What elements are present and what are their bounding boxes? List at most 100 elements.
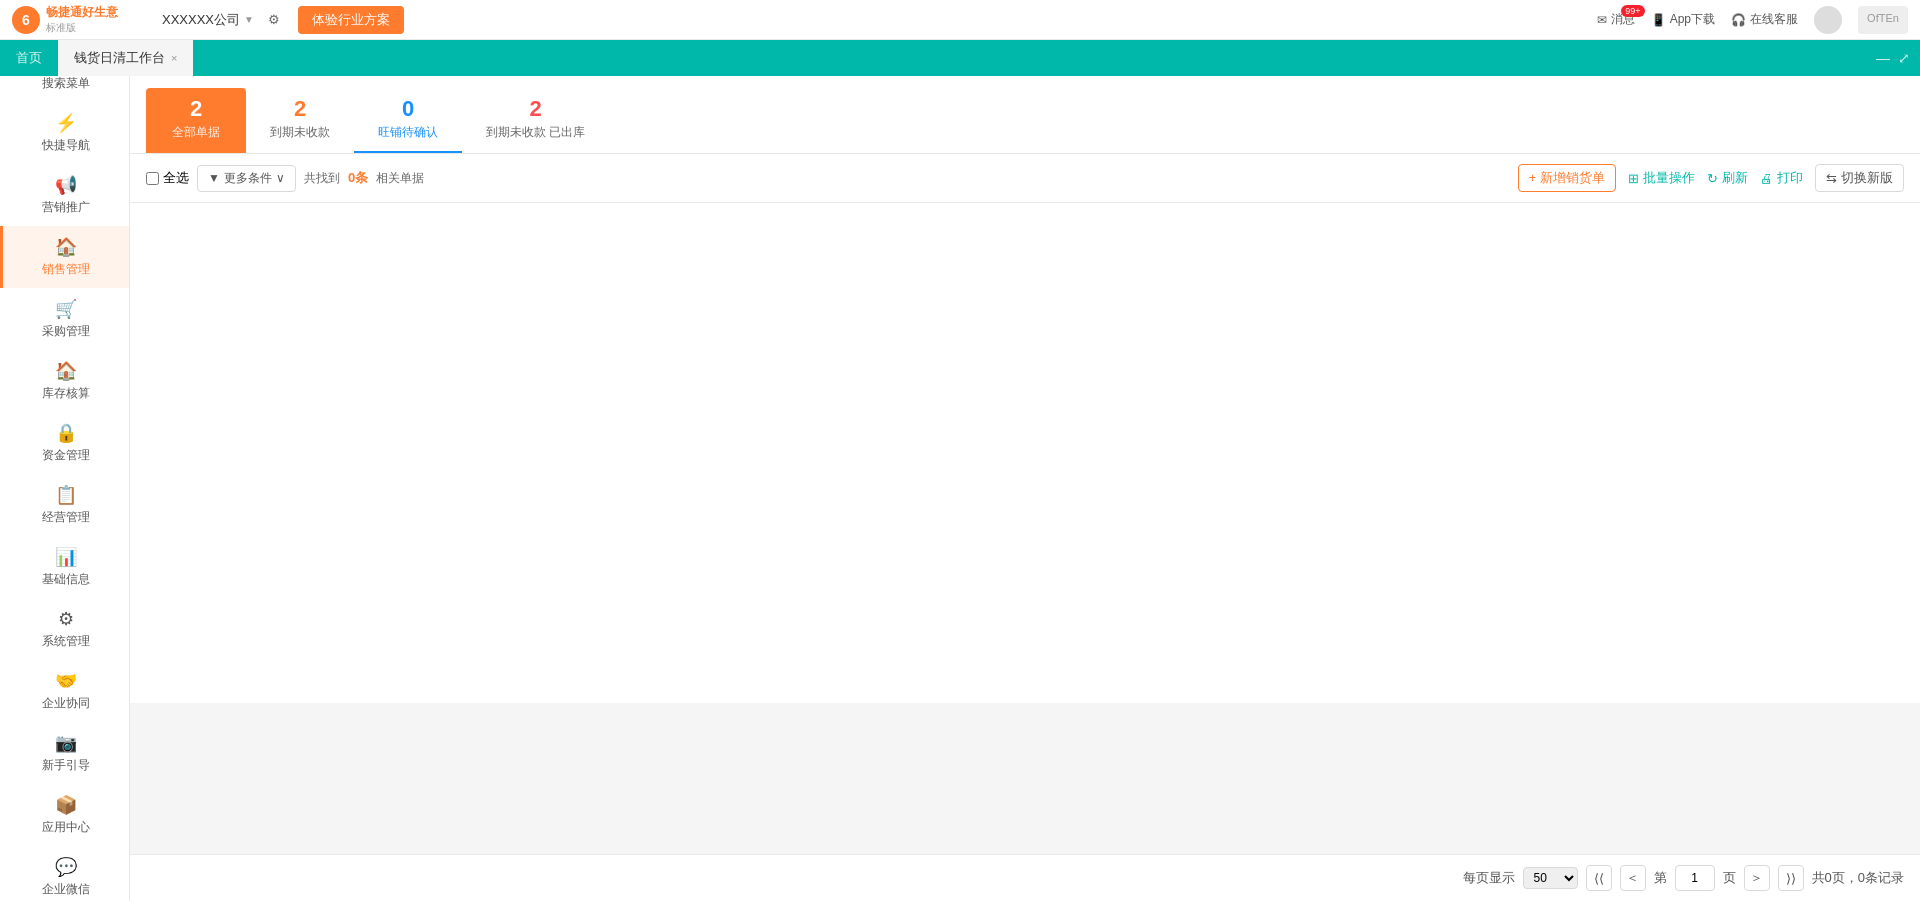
batch-icon: ⊞ xyxy=(1628,171,1639,186)
stat-tab-wangpu[interactable]: 0 旺铺待确认 xyxy=(354,88,462,153)
service-icon: 🎧 xyxy=(1731,13,1746,27)
avatar[interactable] xyxy=(1814,6,1842,34)
basic-info-icon: 📊 xyxy=(55,546,77,568)
online-service-label: 在线客服 xyxy=(1750,11,1798,28)
settings-button[interactable]: ⚙ xyxy=(260,6,288,34)
tab-home-label: 首页 xyxy=(16,49,42,67)
print-button[interactable]: 🖨 打印 xyxy=(1760,169,1803,187)
new-sale-order-button[interactable]: + 新增销货单 xyxy=(1518,164,1616,192)
sidebar-label-cooperation: 企业协同 xyxy=(42,695,90,712)
sidebar-label-app-center: 应用中心 xyxy=(42,819,90,836)
table-area xyxy=(130,203,1920,703)
sidebar-item-system[interactable]: ⚙ 系统管理 xyxy=(0,598,129,660)
stat-label-wangpu: 旺铺待确认 xyxy=(378,124,438,141)
next-page-button[interactable]: ＞ xyxy=(1744,865,1770,891)
sidebar-item-guide[interactable]: 📷 新手引导 xyxy=(0,722,129,784)
sidebar-item-basic-info[interactable]: 📊 基础信息 xyxy=(0,536,129,598)
message-button[interactable]: ✉ 消息 99+ xyxy=(1597,11,1635,28)
sidebar-item-purchase[interactable]: 🛒 采购管理 xyxy=(0,288,129,350)
tab-home[interactable]: 首页 xyxy=(0,40,58,76)
weixin-icon: 💬 xyxy=(55,856,77,878)
cooperation-icon: 🤝 xyxy=(55,670,77,692)
sidebar-item-app-center[interactable]: 📦 应用中心 xyxy=(0,784,129,846)
switch-btn-label: 切换新版 xyxy=(1841,169,1893,187)
select-all-checkbox-label[interactable]: 全选 xyxy=(146,169,189,187)
gear-icon: ⚙ xyxy=(268,12,280,27)
logo-area: 6 畅捷通好生意 标准版 xyxy=(12,4,142,35)
stat-tab-all[interactable]: 2 全部单据 xyxy=(146,88,246,153)
inventory-icon: 🏠 xyxy=(55,360,77,382)
select-all-label: 全选 xyxy=(163,169,189,187)
batch-btn-label: 批量操作 xyxy=(1643,169,1695,187)
main-content: 2 全部单据 2 到期未收款 0 旺铺待确认 2 到期未收款 已出库 全选 ▼ … xyxy=(130,76,1920,901)
download-icon: 📱 xyxy=(1651,13,1666,27)
page-size-select[interactable]: 50 100 200 xyxy=(1523,867,1578,889)
system-icon: ⚙ xyxy=(58,608,74,630)
refresh-button[interactable]: ↻ 刷新 xyxy=(1707,169,1748,187)
sidebar-item-operations[interactable]: 📋 经营管理 xyxy=(0,474,129,536)
message-badge: 99+ xyxy=(1621,5,1644,17)
sidebar-item-finance[interactable]: 🔒 资金管理 xyxy=(0,412,129,474)
pagination-bar: 每页显示 50 100 200 ⟨⟨ ＜ 第 页 ＞ ⟩⟩ 共0页，0条记录 xyxy=(130,854,1920,901)
more-filter-button[interactable]: ▼ 更多条件 ∨ xyxy=(197,165,296,192)
app-download-button[interactable]: 📱 App下载 xyxy=(1651,11,1715,28)
page-text2: 页 xyxy=(1723,869,1736,887)
switch-new-version-button[interactable]: ⇆ 切换新版 xyxy=(1815,164,1904,192)
finance-icon: 🔒 xyxy=(55,422,77,444)
first-page-button[interactable]: ⟨⟨ xyxy=(1586,865,1612,891)
guide-icon: 📷 xyxy=(55,732,77,754)
sidebar-item-marketing[interactable]: 📢 营销推广 xyxy=(0,164,129,226)
select-all-checkbox[interactable] xyxy=(146,172,159,185)
sidebar-item-cooperation[interactable]: 🤝 企业协同 xyxy=(0,660,129,722)
found-suffix: 相关单据 xyxy=(376,170,424,187)
stat-label-shipped: 到期未收款 已出库 xyxy=(486,124,585,141)
chevron-down-icon: ▼ xyxy=(244,14,254,25)
found-count: 0条 xyxy=(348,169,368,187)
found-text: 共找到 xyxy=(304,170,340,187)
stat-label-all: 全部单据 xyxy=(172,124,220,141)
print-icon: 🖨 xyxy=(1760,171,1773,186)
sidebar-item-inventory[interactable]: 🏠 库存核算 xyxy=(0,350,129,412)
header-right: ✉ 消息 99+ 📱 App下载 🎧 在线客服 OfTEn xyxy=(1597,6,1908,34)
sidebar: ☰ 搜索菜单 ⚡ 快捷导航 📢 营销推广 🏠 销售管理 🛒 采购管理 🏠 库存核… xyxy=(0,0,130,901)
sidebar-label-weixin: 企业微信 xyxy=(42,881,90,898)
online-service-button[interactable]: 🎧 在线客服 xyxy=(1731,11,1798,28)
try-industry-button[interactable]: 体验行业方案 xyxy=(298,6,404,34)
stat-num-overdue: 2 xyxy=(294,96,306,122)
last-page-button[interactable]: ⟩⟩ xyxy=(1778,865,1804,891)
tab-actions: — ⤢ xyxy=(1876,50,1920,66)
sidebar-item-quick-nav[interactable]: ⚡ 快捷导航 xyxy=(0,102,129,164)
new-btn-label: + 新增销货单 xyxy=(1529,169,1605,187)
company-selector[interactable]: XXXXXX公司 ▼ xyxy=(162,11,254,29)
print-btn-label: 打印 xyxy=(1777,169,1803,187)
sidebar-item-weixin[interactable]: 💬 企业微信 xyxy=(0,846,129,901)
chevron-filter-icon: ∨ xyxy=(276,171,285,185)
operations-icon: 📋 xyxy=(55,484,77,506)
stat-tab-overdue[interactable]: 2 到期未收款 xyxy=(246,88,354,153)
close-tab-icon[interactable]: × xyxy=(171,52,177,64)
filter-btn-label: 更多条件 xyxy=(224,170,272,187)
minimize-window-icon[interactable]: — xyxy=(1876,50,1890,66)
tab-workbench-label: 钱货日清工作台 xyxy=(74,49,165,67)
sidebar-label-quick-nav: 快捷导航 xyxy=(42,137,90,154)
sidebar-item-sales[interactable]: 🏠 销售管理 xyxy=(0,226,129,288)
filter-icon: ▼ xyxy=(208,171,220,185)
quick-nav-icon: ⚡ xyxy=(55,112,77,134)
stat-tab-shipped[interactable]: 2 到期未收款 已出库 xyxy=(462,88,609,153)
batch-operation-button[interactable]: ⊞ 批量操作 xyxy=(1628,169,1695,187)
toolbar: 全选 ▼ 更多条件 ∨ 共找到 0条 相关单据 + 新增销货单 ⊞ 批量操作 ↻… xyxy=(130,154,1920,203)
current-page-input[interactable] xyxy=(1675,865,1715,891)
top-header: 6 畅捷通好生意 标准版 XXXXXX公司 ▼ ⚙ 体验行业方案 ✉ 消息 99… xyxy=(0,0,1920,40)
tab-work-bench[interactable]: 钱货日清工作台 × xyxy=(58,40,193,76)
stat-num-wangpu: 0 xyxy=(402,96,414,122)
page-text: 第 xyxy=(1654,869,1667,887)
sidebar-label-search-menu: 搜索菜单 xyxy=(42,75,90,92)
maximize-window-icon[interactable]: ⤢ xyxy=(1898,50,1910,66)
sidebar-label-system: 系统管理 xyxy=(42,633,90,650)
prev-page-button[interactable]: ＜ xyxy=(1620,865,1646,891)
app-center-icon: 📦 xyxy=(55,794,77,816)
company-name: XXXXXX公司 xyxy=(162,11,240,29)
total-records-text: 共0页，0条记录 xyxy=(1812,869,1904,887)
logo-line1: 畅捷通好生意 xyxy=(46,4,118,21)
user-name-area[interactable]: OfTEn xyxy=(1858,6,1908,34)
